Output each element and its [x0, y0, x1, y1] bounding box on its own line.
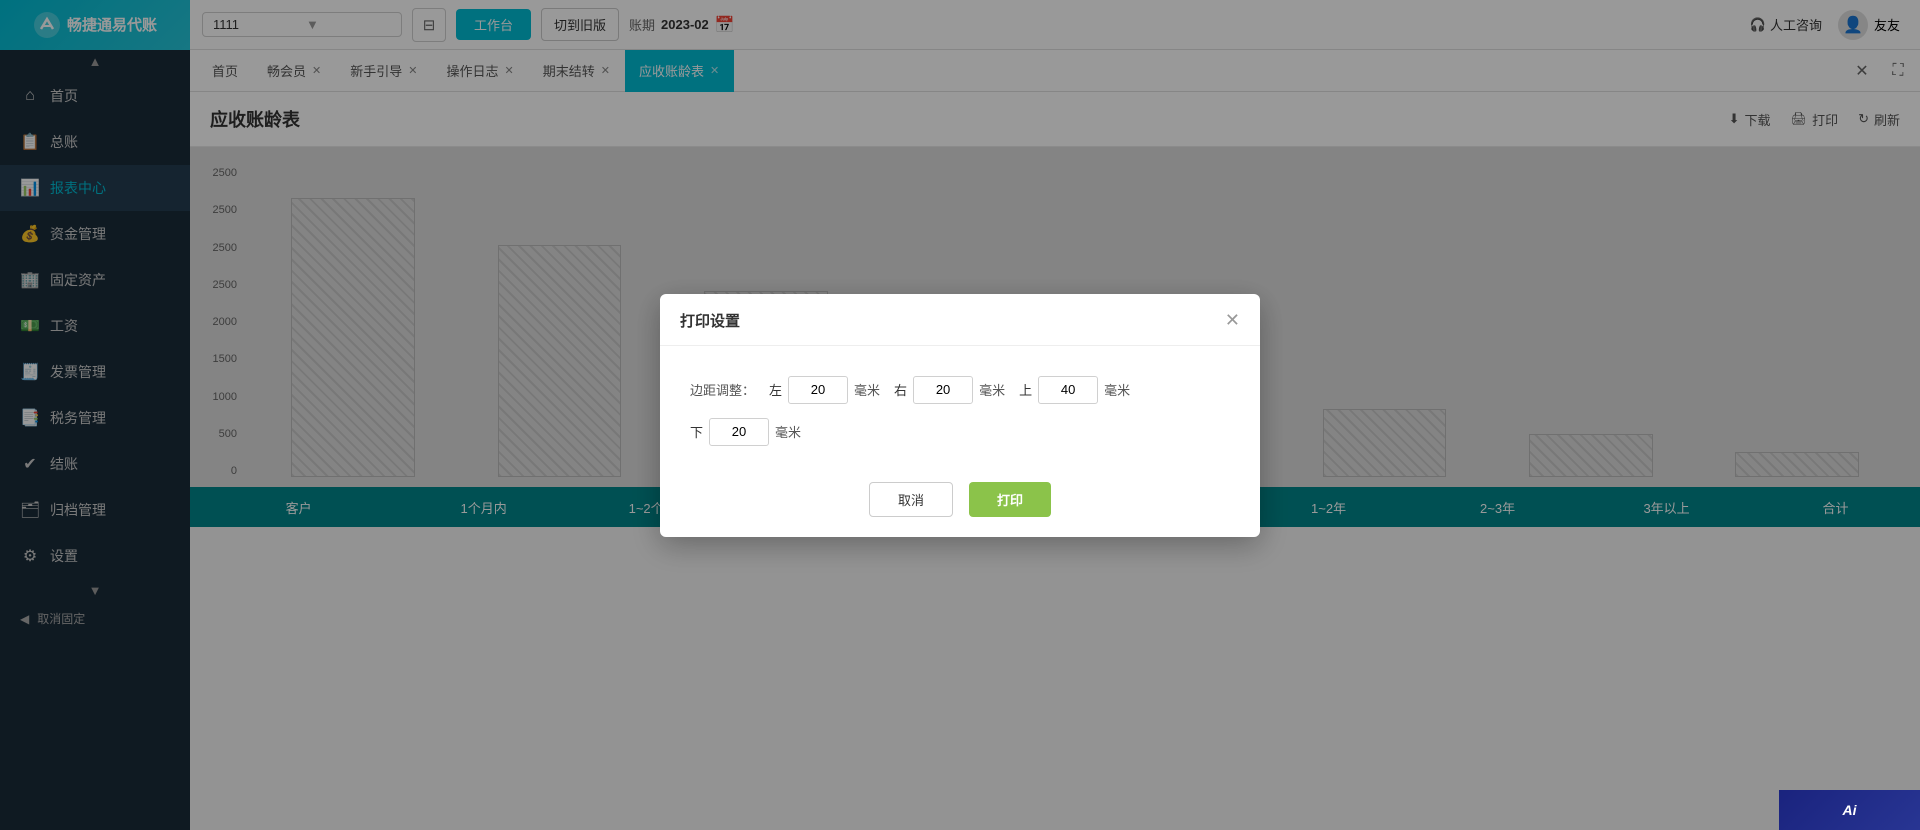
margin-field-bottom: 下 毫米 — [690, 418, 801, 446]
margin-field-right: 右 毫米 — [894, 376, 1005, 404]
right-margin-input[interactable] — [913, 376, 973, 404]
bottom-margin-input[interactable] — [709, 418, 769, 446]
right-unit: 毫米 — [979, 380, 1005, 399]
print-confirm-button[interactable]: 打印 — [969, 482, 1051, 517]
dialog-header: 打印设置 ✕ — [660, 294, 1260, 346]
bottom-label: 下 — [690, 422, 703, 441]
margin-field-top: 上 毫米 — [1019, 376, 1130, 404]
top-unit: 毫米 — [1104, 380, 1130, 399]
left-unit: 毫米 — [854, 380, 880, 399]
dialog-close-button[interactable]: ✕ — [1225, 311, 1240, 329]
left-margin-input[interactable] — [788, 376, 848, 404]
margin-row: 边距调整： 左 毫米 右 毫米 上 毫米 下 — [690, 376, 1230, 446]
bottom-unit: 毫米 — [775, 422, 801, 441]
right-label: 右 — [894, 380, 907, 399]
print-settings-dialog: 打印设置 ✕ 边距调整： 左 毫米 右 毫米 上 毫米 — [660, 294, 1260, 537]
ai-label: Ai — [1843, 802, 1857, 818]
top-label: 上 — [1019, 380, 1032, 399]
dialog-body: 边距调整： 左 毫米 右 毫米 上 毫米 下 — [660, 346, 1260, 466]
margin-label: 边距调整： — [690, 380, 755, 399]
cancel-button[interactable]: 取消 — [869, 482, 953, 517]
dialog-footer: 取消 打印 — [660, 466, 1260, 537]
left-label: 左 — [769, 380, 782, 399]
ai-float-button[interactable]: Ai — [1779, 790, 1920, 830]
dialog-overlay[interactable]: 打印设置 ✕ 边距调整： 左 毫米 右 毫米 上 毫米 — [0, 0, 1920, 830]
top-margin-input[interactable] — [1038, 376, 1098, 404]
dialog-title: 打印设置 — [680, 310, 740, 331]
margin-field-left: 左 毫米 — [769, 376, 880, 404]
